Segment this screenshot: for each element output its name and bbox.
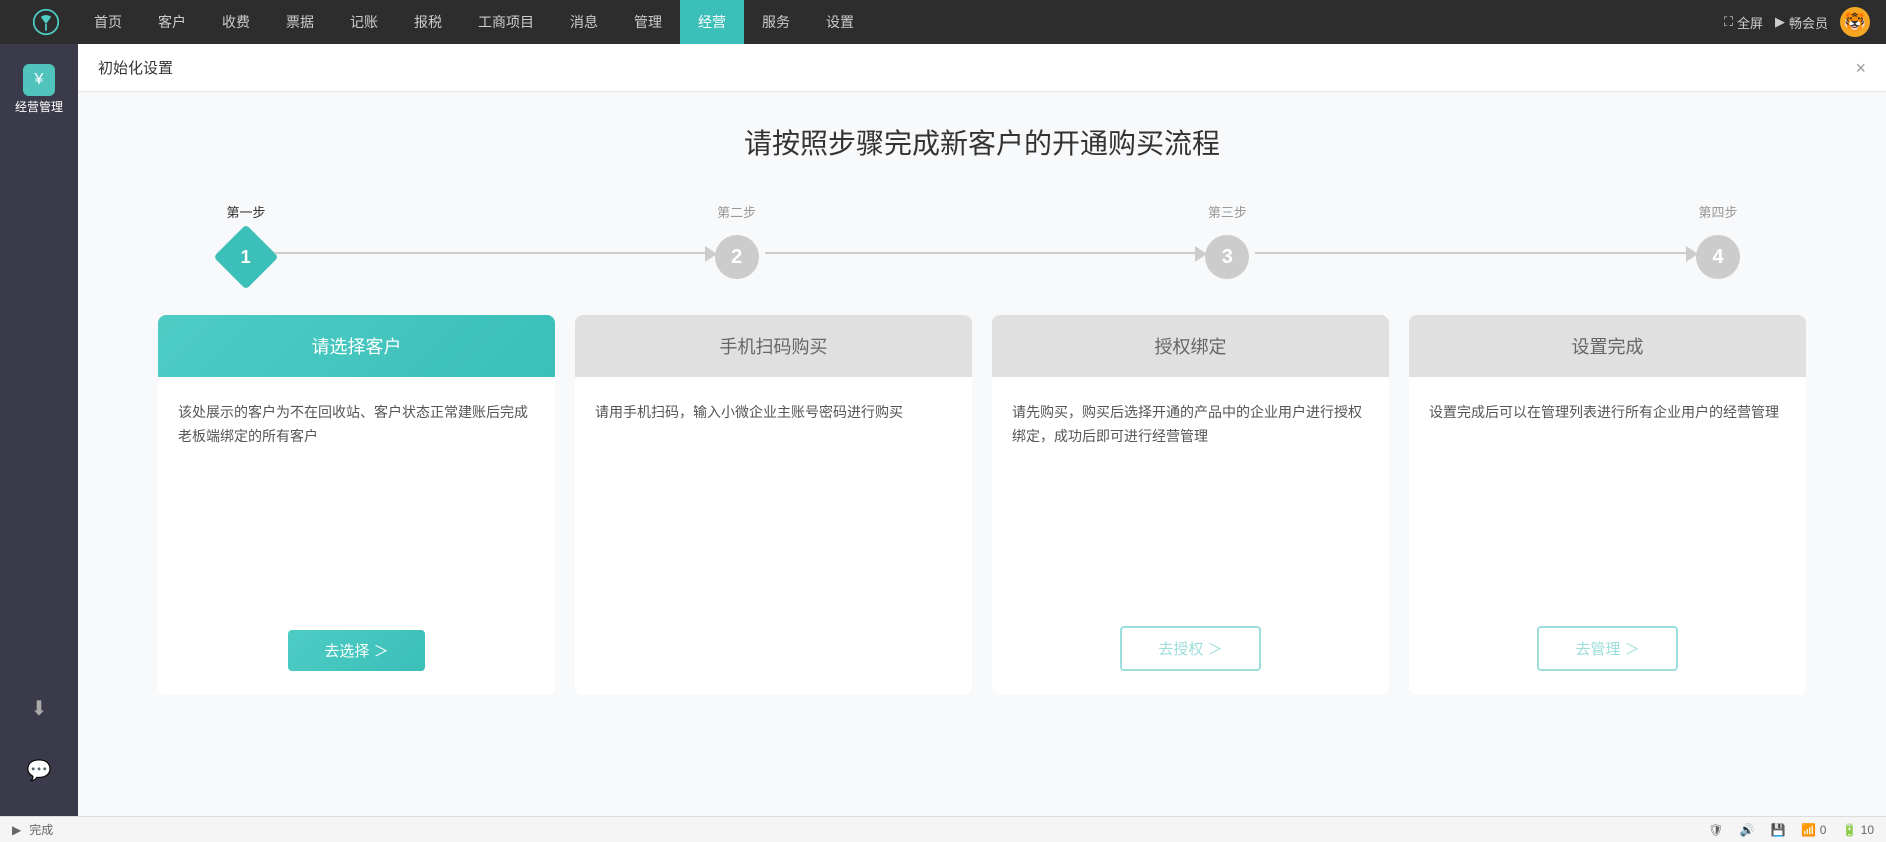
status-volume-icon: 🔊	[1740, 823, 1755, 837]
page-title: 初始化设置	[98, 57, 173, 78]
step-node-3: 第三步 3	[1199, 202, 1255, 285]
step-node-2: 第二步 2	[709, 202, 765, 285]
status-play-icon: ▶	[12, 823, 21, 837]
top-nav: 首页 客户 收费 票据 记账 报税 工商项目 消息 管理 经营 服务 设置 ⛶ …	[0, 0, 1886, 44]
step-circle-3-wrap: 3	[1199, 229, 1255, 285]
step-circle-2-wrap: 2	[709, 229, 765, 285]
step-node-1: 第一步 1	[218, 202, 274, 285]
sidebar-support[interactable]: 💬	[0, 744, 78, 796]
close-button[interactable]: ×	[1855, 59, 1866, 77]
status-bar: ▶ 完成 🛡 🔊 💾 📶 0 🔋 10	[0, 816, 1886, 842]
card-4-body: 设置完成后可以在管理列表进行所有企业用户的经营管理	[1409, 377, 1806, 610]
card-3-footer: 去授权 ＞	[992, 610, 1389, 695]
fullscreen-icon: ⛶	[1724, 14, 1733, 30]
nav-operation[interactable]: 经营	[680, 0, 744, 44]
step-number-4: 4	[1712, 246, 1723, 269]
fullscreen-btn[interactable]: ⛶ 全屏	[1724, 13, 1763, 32]
nav-bill[interactable]: 票据	[268, 0, 332, 44]
card-3-button[interactable]: 去授权 ＞	[1120, 626, 1260, 671]
card-1-button[interactable]: 去选择 ＞	[288, 630, 424, 671]
play-icon: ▶	[1775, 14, 1785, 30]
nav-account[interactable]: 记账	[332, 0, 396, 44]
download-icon: ⬇	[23, 692, 55, 724]
nav-home[interactable]: 首页	[76, 0, 140, 44]
operation-icon: ¥	[23, 64, 55, 96]
status-battery: 🔋 10	[1842, 823, 1874, 837]
cards-row: 请选择客户 该处展示的客户为不在回收站、客户状态正常建账后完成老板端绑定的所有客…	[138, 315, 1826, 695]
setup-title: 请按照步骤完成新客户的开通购买流程	[138, 122, 1826, 162]
card-2-body: 请用手机扫码，输入小微企业主账号密码进行购买	[575, 377, 972, 655]
card-4: 设置完成 设置完成后可以在管理列表进行所有企业用户的经营管理 去管理 ＞	[1409, 315, 1806, 695]
main-content: 初始化设置 × 请按照步骤完成新客户的开通购买流程 第一步 1	[78, 44, 1886, 816]
card-1-header: 请选择客户	[158, 315, 555, 377]
nav-right: ⛶ 全屏 ▶ 畅会员 🐯	[1724, 7, 1870, 37]
card-1-body: 该处展示的客户为不在回收站、客户状态正常建账后完成老板端绑定的所有客户	[158, 377, 555, 614]
card-2-header: 手机扫码购买	[575, 315, 972, 377]
step-circle-1-wrap: 1	[218, 229, 274, 285]
nav-items: 首页 客户 收费 票据 记账 报税 工商项目 消息 管理 经营 服务 设置	[76, 0, 1724, 44]
nav-business[interactable]: 工商项目	[460, 0, 552, 44]
step-line-2	[765, 252, 1200, 254]
card-4-button[interactable]: 去管理 ＞	[1537, 626, 1677, 671]
step-label-2: 第二步	[717, 202, 756, 221]
sidebar: ¥ 经营管理 ⬇ 💬	[0, 44, 78, 816]
nav-customer[interactable]: 客户	[140, 0, 204, 44]
member-btn[interactable]: ▶ 畅会员	[1775, 13, 1828, 32]
step-number-2: 2	[731, 246, 742, 269]
steps-container: 第一步 1 第二步 2	[138, 202, 1826, 285]
step-circle-4: 4	[1696, 235, 1740, 279]
step-circle-3: 3	[1205, 235, 1249, 279]
status-network: 📶 0	[1801, 823, 1826, 837]
avatar[interactable]: 🐯	[1840, 7, 1870, 37]
status-bar-right: 🛡 🔊 💾 📶 0 🔋 10	[1708, 823, 1874, 837]
step-label-4: 第四步	[1699, 202, 1738, 221]
sidebar-item-operation[interactable]: ¥ 经营管理	[0, 54, 78, 126]
step-circle-2: 2	[715, 235, 759, 279]
card-2-footer	[575, 655, 972, 695]
step-number-3: 3	[1222, 246, 1233, 269]
card-3-body: 请先购买，购买后选择开通的产品中的企业用户进行授权绑定，成功后即可进行经营管理	[992, 377, 1389, 610]
card-3: 授权绑定 请先购买，购买后选择开通的产品中的企业用户进行授权绑定，成功后即可进行…	[992, 315, 1389, 695]
card-1-footer: 去选择 ＞	[158, 614, 555, 695]
card-4-header: 设置完成	[1409, 315, 1806, 377]
main-layout: ¥ 经营管理 ⬇ 💬 初始化设置 × 请按照步骤完成新客户的开通购买流程	[0, 44, 1886, 816]
step-circle-4-wrap: 4	[1690, 229, 1746, 285]
step-line-1	[274, 252, 709, 254]
status-shield-icon: 🛡	[1708, 823, 1723, 837]
setup-content: 请按照步骤完成新客户的开通购买流程 第一步 1 第二步	[78, 92, 1886, 816]
card-1: 请选择客户 该处展示的客户为不在回收站、客户状态正常建账后完成老板端绑定的所有客…	[158, 315, 555, 695]
step-node-4: 第四步 4	[1690, 202, 1746, 285]
sidebar-bottom: ⬇ 💬	[0, 682, 78, 816]
step-diamond-1: 1	[213, 224, 278, 289]
nav-fee[interactable]: 收费	[204, 0, 268, 44]
sidebar-download[interactable]: ⬇	[0, 682, 78, 734]
step-label-3: 第三步	[1208, 202, 1247, 221]
nav-manage[interactable]: 管理	[616, 0, 680, 44]
nav-settings[interactable]: 设置	[808, 0, 872, 44]
step-label-1: 第一步	[226, 202, 265, 221]
nav-service[interactable]: 服务	[744, 0, 808, 44]
status-save-icon: 💾	[1770, 823, 1785, 837]
card-4-footer: 去管理 ＞	[1409, 610, 1806, 695]
nav-message[interactable]: 消息	[552, 0, 616, 44]
step-number-1: 1	[241, 246, 251, 267]
page-header: 初始化设置 ×	[78, 44, 1886, 92]
status-text: 完成	[29, 821, 53, 838]
nav-tax[interactable]: 报税	[396, 0, 460, 44]
step-line-3	[1255, 252, 1690, 254]
card-3-header: 授权绑定	[992, 315, 1389, 377]
support-icon: 💬	[23, 754, 55, 786]
nav-logo	[16, 8, 76, 36]
card-2: 手机扫码购买 请用手机扫码，输入小微企业主账号密码进行购买	[575, 315, 972, 695]
